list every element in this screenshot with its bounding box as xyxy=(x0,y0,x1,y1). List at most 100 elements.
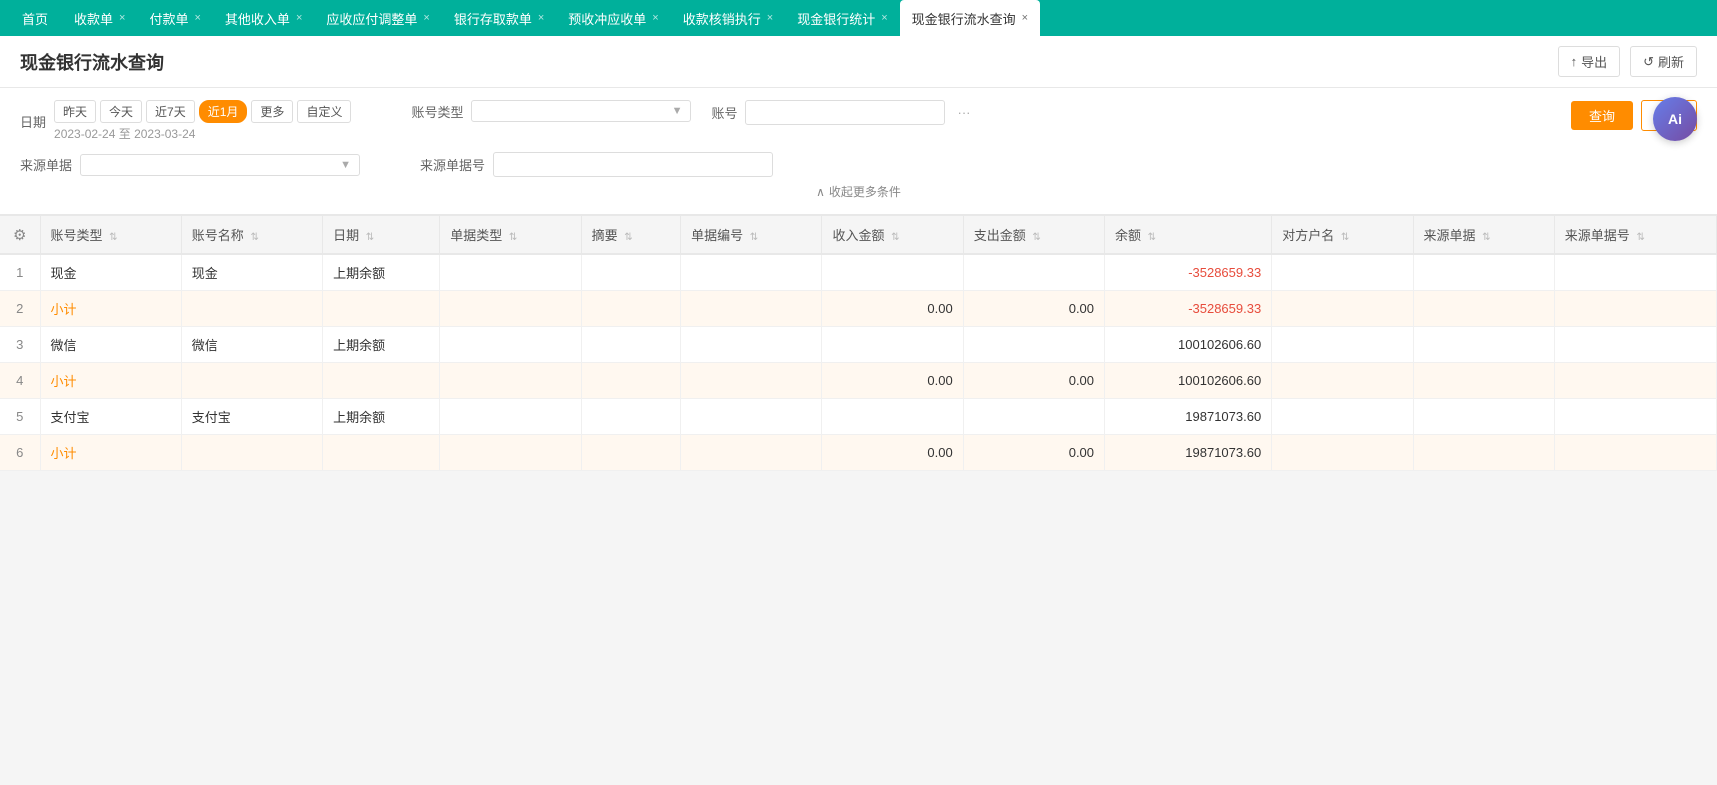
col-source-doc-no[interactable]: 来源单据号 ⇅ xyxy=(1554,216,1716,255)
cell-account-type: 小计 xyxy=(40,363,181,399)
cell-summary xyxy=(581,435,681,471)
source-doc-select[interactable]: ▼ xyxy=(80,154,360,176)
col-expense[interactable]: 支出金额 ⇅ xyxy=(963,216,1104,255)
chevron-down-icon: ▼ xyxy=(672,105,683,117)
source-doc-label: 来源单据 xyxy=(20,155,72,174)
cell-date: 上期余额 xyxy=(323,327,440,363)
cell-balance: 100102606.60 xyxy=(1105,363,1272,399)
close-icon[interactable]: × xyxy=(423,12,429,24)
col-doc-no[interactable]: 单据编号 ⇅ xyxy=(681,216,822,255)
cell-source-doc xyxy=(1413,363,1554,399)
sort-icon: ⇅ xyxy=(1032,232,1040,243)
cell-doc-no xyxy=(681,291,822,327)
collapse-icon: ∧ xyxy=(816,185,825,199)
cell-counterparty xyxy=(1272,327,1413,363)
col-doc-type[interactable]: 单据类型 ⇅ xyxy=(440,216,581,255)
cell-doc-type xyxy=(440,254,581,291)
cell-doc-type xyxy=(440,399,581,435)
cell-income: 0.00 xyxy=(822,291,963,327)
col-income[interactable]: 收入金额 ⇅ xyxy=(822,216,963,255)
cell-account-name: 支付宝 xyxy=(181,399,322,435)
close-icon[interactable]: × xyxy=(652,12,658,24)
export-button[interactable]: ↑ 导出 xyxy=(1558,46,1621,77)
close-icon[interactable]: × xyxy=(119,12,125,24)
cell-summary xyxy=(581,291,681,327)
date-btn-1month[interactable]: 近1月 xyxy=(199,100,248,123)
account-type-label: 账号类型 xyxy=(411,102,463,121)
cell-num: 1 xyxy=(0,254,40,291)
col-balance[interactable]: 余额 ⇅ xyxy=(1105,216,1272,255)
sort-icon: ⇅ xyxy=(1636,232,1644,243)
col-summary[interactable]: 摘要 ⇅ xyxy=(581,216,681,255)
date-btn-yesterday[interactable]: 昨天 xyxy=(54,100,96,123)
close-icon[interactable]: × xyxy=(538,12,544,24)
cell-num: 5 xyxy=(0,399,40,435)
date-btn-today[interactable]: 今天 xyxy=(100,100,142,123)
top-navigation: 首页 收款单 × 付款单 × 其他收入单 × 应收应付调整单 × 银行存取款单 … xyxy=(0,0,1717,36)
nav-item-现金银行统计[interactable]: 现金银行统计 × xyxy=(785,0,899,36)
cell-counterparty xyxy=(1272,435,1413,471)
nav-home[interactable]: 首页 xyxy=(8,9,62,28)
cell-doc-type xyxy=(440,291,581,327)
close-icon[interactable]: × xyxy=(194,12,200,24)
cell-source-doc xyxy=(1413,435,1554,471)
table-container: ⚙ 账号类型 ⇅ 账号名称 ⇅ 日期 ⇅ 单据类型 ⇅ xyxy=(0,215,1717,471)
col-date[interactable]: 日期 ⇅ xyxy=(323,216,440,255)
close-icon[interactable]: × xyxy=(1022,12,1028,24)
cell-expense xyxy=(963,254,1104,291)
col-counterparty[interactable]: 对方户名 ⇅ xyxy=(1272,216,1413,255)
nav-item-收款单[interactable]: 收款单 × xyxy=(62,0,137,36)
account-type-select[interactable]: ▼ xyxy=(471,100,691,122)
close-icon[interactable]: × xyxy=(296,12,302,24)
date-btn-7days[interactable]: 近7天 xyxy=(146,100,195,123)
nav-item-现金银行流水查询[interactable]: 现金银行流水查询 × xyxy=(900,0,1040,36)
cell-doc-no xyxy=(681,327,822,363)
nav-item-其他收入单[interactable]: 其他收入单 × xyxy=(213,0,314,36)
table-row: 6 小计 0.00 0.00 19871073.60 xyxy=(0,435,1717,471)
cell-account-type: 微信 xyxy=(40,327,181,363)
chevron-down-icon: ▼ xyxy=(340,159,351,171)
table-row: 1 现金 现金 上期余额 -3528659.33 xyxy=(0,254,1717,291)
sort-icon: ⇅ xyxy=(750,232,758,243)
cell-source-doc xyxy=(1413,291,1554,327)
cell-account-type: 小计 xyxy=(40,435,181,471)
cell-doc-no xyxy=(681,435,822,471)
date-btn-more[interactable]: 更多 xyxy=(251,100,293,123)
cell-income xyxy=(822,327,963,363)
close-icon[interactable]: × xyxy=(767,12,773,24)
account-input[interactable] xyxy=(745,100,945,125)
nav-item-银行存取款单[interactable]: 银行存取款单 × xyxy=(442,0,556,36)
query-button[interactable]: 查询 xyxy=(1571,101,1633,130)
cell-balance: 100102606.60 xyxy=(1105,327,1272,363)
col-source-doc[interactable]: 来源单据 ⇅ xyxy=(1413,216,1554,255)
cell-account-name xyxy=(181,291,322,327)
col-settings[interactable]: ⚙ xyxy=(0,216,40,255)
ai-assistant-button[interactable]: Ai xyxy=(1653,97,1697,141)
cell-date xyxy=(323,435,440,471)
cell-doc-no xyxy=(681,363,822,399)
col-account-name[interactable]: 账号名称 ⇅ xyxy=(181,216,322,255)
gear-icon[interactable]: ⚙ xyxy=(13,227,26,244)
nav-item-预收冲应收单[interactable]: 预收冲应收单 × xyxy=(556,0,670,36)
date-btn-custom[interactable]: 自定义 xyxy=(297,100,351,123)
table-row: 4 小计 0.00 0.00 100102606.60 xyxy=(0,363,1717,399)
nav-item-付款单[interactable]: 付款单 × xyxy=(137,0,212,36)
cell-source-doc-no xyxy=(1554,254,1716,291)
dots-icon[interactable]: ··· xyxy=(953,105,974,120)
cell-counterparty xyxy=(1272,363,1413,399)
account-filter: 账号 ··· xyxy=(711,100,974,125)
nav-item-应收应付调整单[interactable]: 应收应付调整单 × xyxy=(314,0,441,36)
close-icon[interactable]: × xyxy=(881,12,887,24)
nav-item-收款核销执行[interactable]: 收款核销执行 × xyxy=(671,0,785,36)
col-account-type[interactable]: 账号类型 ⇅ xyxy=(40,216,181,255)
refresh-button[interactable]: ↺ 刷新 xyxy=(1630,46,1697,77)
collapse-bar[interactable]: ∧ 收起更多条件 xyxy=(20,177,1697,202)
date-filter: 日期 昨天 今天 近7天 近1月 更多 自定义 2023-02-24 至 202… xyxy=(20,100,351,142)
cell-expense: 0.00 xyxy=(963,363,1104,399)
cell-account-type: 现金 xyxy=(40,254,181,291)
date-filter-label: 日期 xyxy=(20,112,46,131)
date-filter-group: 昨天 今天 近7天 近1月 更多 自定义 2023-02-24 至 2023-0… xyxy=(54,100,351,142)
cell-source-doc xyxy=(1413,254,1554,291)
table-row: 2 小计 0.00 0.00 -3528659.33 xyxy=(0,291,1717,327)
source-doc-no-input[interactable] xyxy=(493,152,773,177)
